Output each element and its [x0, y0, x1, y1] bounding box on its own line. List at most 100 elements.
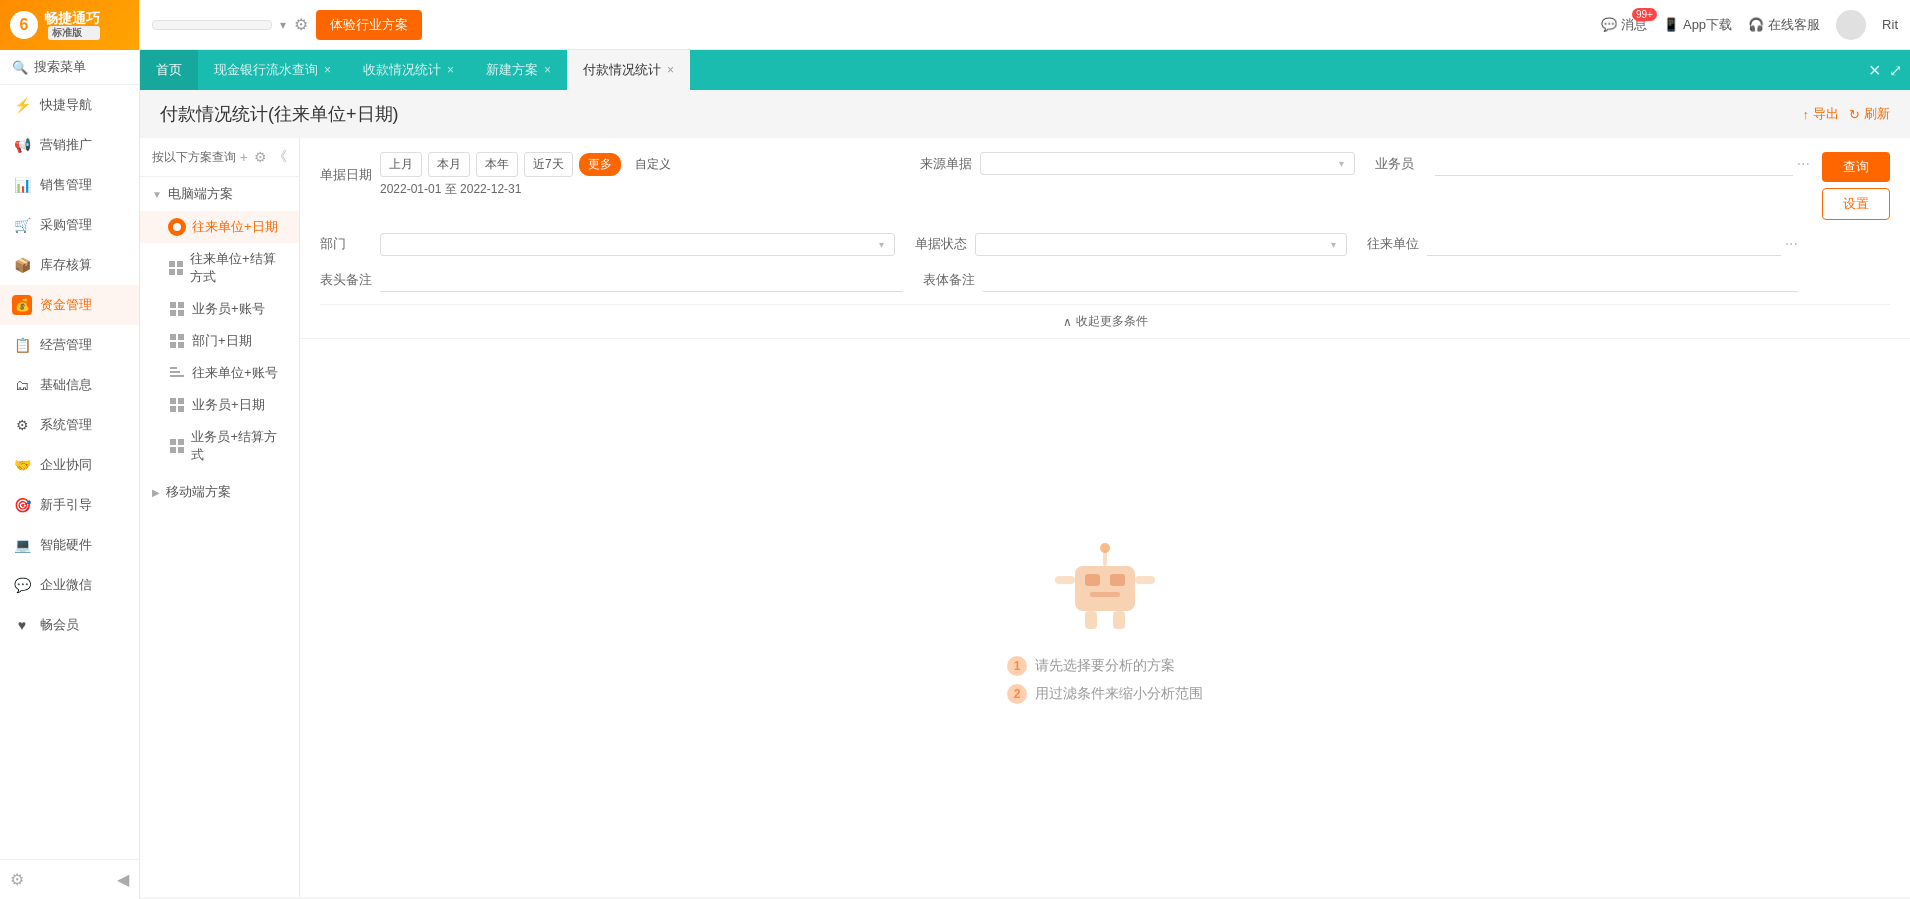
- tab-payment-stat-close[interactable]: ×: [667, 63, 674, 77]
- date-btn-this-year[interactable]: 本年: [476, 152, 518, 177]
- topbar-msg-btn[interactable]: 💬 消息 99+: [1601, 16, 1647, 34]
- date-btn-more[interactable]: 更多: [579, 153, 621, 176]
- svg-rect-14: [170, 367, 177, 369]
- filter-col-unit: 往来单位 ···: [1347, 232, 1798, 256]
- scheme-item-unit-date-label: 往来单位+日期: [192, 218, 278, 236]
- sidebar-item-system[interactable]: ⚙ 系统管理: [0, 405, 139, 445]
- scheme-collapse-icon[interactable]: 《: [273, 148, 287, 166]
- sidebar-search[interactable]: 🔍 搜索菜单: [0, 50, 139, 85]
- purchase-icon: 🛒: [12, 215, 32, 235]
- tab-receipt[interactable]: 收款情况统计 ×: [347, 50, 470, 90]
- date-btn-this-month[interactable]: 本月: [428, 152, 470, 177]
- sidebar-item-purchase[interactable]: 🛒 采购管理: [0, 205, 139, 245]
- sidebar-item-capital[interactable]: 💰 资金管理: [0, 285, 139, 325]
- scheme-item-unit-date[interactable]: 往来单位+日期: [140, 211, 299, 243]
- export-btn[interactable]: ↑ 导出: [1803, 105, 1840, 123]
- staff-dots-icon[interactable]: ···: [1797, 155, 1810, 173]
- topbar-gear-icon[interactable]: ⚙: [294, 15, 308, 34]
- newbie-icon: 🎯: [12, 495, 32, 515]
- sidebar-header: 6 畅捷通巧 标准版: [0, 0, 139, 50]
- date-btn-7days[interactable]: 近7天: [524, 152, 573, 177]
- svg-rect-11: [178, 342, 184, 348]
- settings-btn[interactable]: 设置: [1822, 188, 1890, 220]
- sidebar-item-enterprise[interactable]: 🤝 企业协同: [0, 445, 139, 485]
- tab-payment-stat[interactable]: 付款情况统计 ×: [567, 50, 690, 90]
- sidebar-item-label: 新手引导: [40, 496, 92, 514]
- page-content: 付款情况统计(往来单位+日期) ↑ 导出 ↻ 刷新 按以下方案查询 +: [140, 90, 1910, 899]
- main-area: ▾ ⚙ 体验行业方案 💬 消息 99+ 📱 App下载 🎧 在线客服 Rit 首…: [140, 0, 1910, 899]
- scheme-item-staff-account-icon: [168, 300, 186, 318]
- sidebar-footer-collapse-icon[interactable]: ◀: [117, 870, 129, 889]
- scheme-add-icon[interactable]: +: [240, 149, 248, 165]
- tab-home[interactable]: 首页: [140, 50, 198, 90]
- sidebar-item-label: 销售管理: [40, 176, 92, 194]
- tip-1-text: 请先选择要分析的方案: [1035, 657, 1175, 675]
- tab-bank[interactable]: 现金银行流水查询 ×: [198, 50, 347, 90]
- sidebar-item-newbie[interactable]: 🎯 新手引导: [0, 485, 139, 525]
- date-btn-last-month[interactable]: 上月: [380, 152, 422, 177]
- svg-rect-21: [170, 447, 176, 453]
- dept-label: 部门: [320, 235, 380, 253]
- scheme-item-unit-payment[interactable]: 往来单位+结算方式: [140, 243, 299, 293]
- sidebar-item-hardware[interactable]: 💻 智能硬件: [0, 525, 139, 565]
- topbar-avatar[interactable]: [1836, 10, 1866, 40]
- scheme-group-header-mobile[interactable]: ▶ 移动端方案: [140, 475, 299, 509]
- scheme-item-staff-account[interactable]: 业务员+账号: [140, 293, 299, 325]
- status-dropdown[interactable]: ▾: [975, 233, 1346, 256]
- topbar-service-btn[interactable]: 🎧 在线客服: [1748, 16, 1820, 34]
- staff-input[interactable]: [1435, 152, 1793, 176]
- trial-btn[interactable]: 体验行业方案: [316, 10, 422, 40]
- sales-icon: 📊: [12, 175, 32, 195]
- scheme-item-unit-account[interactable]: 往来单位+账号: [140, 357, 299, 389]
- source-dropdown[interactable]: ▾: [980, 152, 1355, 175]
- sidebar-item-label: 采购管理: [40, 216, 92, 234]
- topbar-dropdown-arrow[interactable]: ▾: [280, 18, 286, 32]
- sidebar-item-basic-info[interactable]: 🗂 基础信息: [0, 365, 139, 405]
- mobile-group-label: 移动端方案: [166, 483, 231, 501]
- tab-receipt-label: 收款情况统计: [363, 61, 441, 79]
- tab-payment-stat-label: 付款情况统计: [583, 61, 661, 79]
- tab-bank-close[interactable]: ×: [324, 63, 331, 77]
- dept-dropdown[interactable]: ▾: [380, 233, 895, 256]
- svg-rect-3: [177, 269, 183, 275]
- sidebar-item-sales[interactable]: 📊 销售管理: [0, 165, 139, 205]
- note-body-input[interactable]: [983, 268, 1798, 292]
- msg-icon: 💬: [1601, 17, 1617, 32]
- tab-receipt-close[interactable]: ×: [447, 63, 454, 77]
- tab-new-scheme-close[interactable]: ×: [544, 63, 551, 77]
- unit-dots-icon[interactable]: ···: [1785, 235, 1798, 253]
- sidebar-item-marketing[interactable]: 📢 营销推广: [0, 125, 139, 165]
- sidebar-item-operation[interactable]: 📋 经营管理: [0, 325, 139, 365]
- tab-close-all-icon[interactable]: ✕: [1868, 61, 1881, 80]
- staff-label: 业务员: [1375, 155, 1435, 173]
- scheme-group-header-desktop[interactable]: ▼ 电脑端方案: [140, 177, 299, 211]
- empty-tips: 1 请先选择要分析的方案 2 用过滤条件来缩小分析范围: [1007, 656, 1203, 704]
- svg-rect-25: [1110, 574, 1125, 586]
- sidebar-item-quick-nav[interactable]: ⚡ 快捷导航: [0, 85, 139, 125]
- scheme-item-unit-payment-icon: [168, 259, 184, 277]
- scheme-item-staff-payment[interactable]: 业务员+结算方式: [140, 421, 299, 471]
- scheme-item-staff-date-label: 业务员+日期: [192, 396, 265, 414]
- unit-input[interactable]: [1427, 232, 1781, 256]
- topbar-app-btn[interactable]: 📱 App下载: [1663, 16, 1732, 34]
- sidebar-item-inventory[interactable]: 📦 库存核算: [0, 245, 139, 285]
- tab-new-scheme-label: 新建方案: [486, 61, 538, 79]
- scheme-settings-icon[interactable]: ⚙: [254, 149, 267, 165]
- refresh-btn[interactable]: ↻ 刷新: [1849, 105, 1890, 123]
- date-btn-custom[interactable]: 自定义: [627, 153, 679, 176]
- sidebar-item-member[interactable]: ♥ 畅会员: [0, 605, 139, 645]
- sidebar-footer-settings-icon[interactable]: ⚙: [10, 870, 24, 889]
- sidebar-item-wechat[interactable]: 💬 企业微信: [0, 565, 139, 605]
- page-actions: ↑ 导出 ↻ 刷新: [1803, 105, 1891, 123]
- query-btn[interactable]: 查询: [1822, 152, 1890, 182]
- scheme-item-dept-date[interactable]: 部门+日期: [140, 325, 299, 357]
- tab-new-scheme[interactable]: 新建方案 ×: [470, 50, 567, 90]
- topbar-right: 💬 消息 99+ 📱 App下载 🎧 在线客服 Rit: [1601, 10, 1898, 40]
- scheme-item-staff-date[interactable]: 业务员+日期: [140, 389, 299, 421]
- collapse-btn[interactable]: ∧ 收起更多条件: [320, 304, 1890, 338]
- topbar-user-display[interactable]: [152, 20, 272, 30]
- filter-col-date: 单据日期 上月 本月 本年 近7天 更多 自定义 20: [320, 152, 900, 198]
- tab-expand-icon[interactable]: ⤢: [1889, 61, 1902, 80]
- note-head-input[interactable]: [380, 268, 903, 292]
- svg-rect-6: [170, 310, 176, 316]
